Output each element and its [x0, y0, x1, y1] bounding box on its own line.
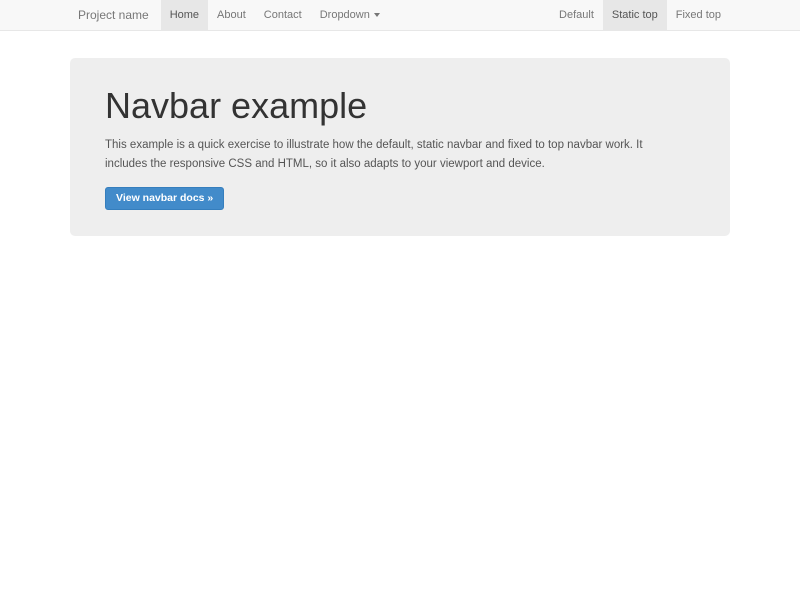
variant-nav: Default Static top Fixed top [550, 0, 730, 30]
nav-link-fixed-top[interactable]: Fixed top [667, 0, 730, 30]
nav-link-contact[interactable]: Contact [255, 0, 311, 30]
view-navbar-docs-button[interactable]: View navbar docs » [105, 187, 224, 211]
nav-item-about: About [208, 0, 255, 30]
main-nav: Home About Contact Dropdown [161, 0, 389, 30]
brand-link[interactable]: Project name [70, 0, 157, 30]
dropdown-label: Dropdown [320, 9, 370, 21]
nav-item-home: Home [161, 0, 208, 30]
caret-down-icon [374, 13, 380, 17]
nav-item-static-top: Static top [603, 0, 667, 30]
page-description: This example is a quick exercise to illu… [105, 136, 695, 174]
nav-item-dropdown: Dropdown [311, 0, 389, 30]
nav-link-home[interactable]: Home [161, 0, 208, 30]
nav-link-about[interactable]: About [208, 0, 255, 30]
description-line-2: includes the responsive CSS and HTML, so… [105, 155, 695, 174]
top-navbar: Project name Home About Contact Dropdown… [0, 0, 800, 31]
page-container: Navbar example This example is a quick e… [70, 58, 730, 236]
nav-item-contact: Contact [255, 0, 311, 30]
description-line-1: This example is a quick exercise to illu… [105, 136, 695, 155]
jumbotron: Navbar example This example is a quick e… [70, 58, 730, 236]
nav-link-default[interactable]: Default [550, 0, 603, 30]
nav-item-default: Default [550, 0, 603, 30]
navbar-container: Project name Home About Contact Dropdown… [70, 0, 730, 30]
nav-link-dropdown[interactable]: Dropdown [311, 0, 389, 30]
nav-item-fixed-top: Fixed top [667, 0, 730, 30]
nav-link-static-top[interactable]: Static top [603, 0, 667, 30]
page-title: Navbar example [105, 86, 695, 126]
